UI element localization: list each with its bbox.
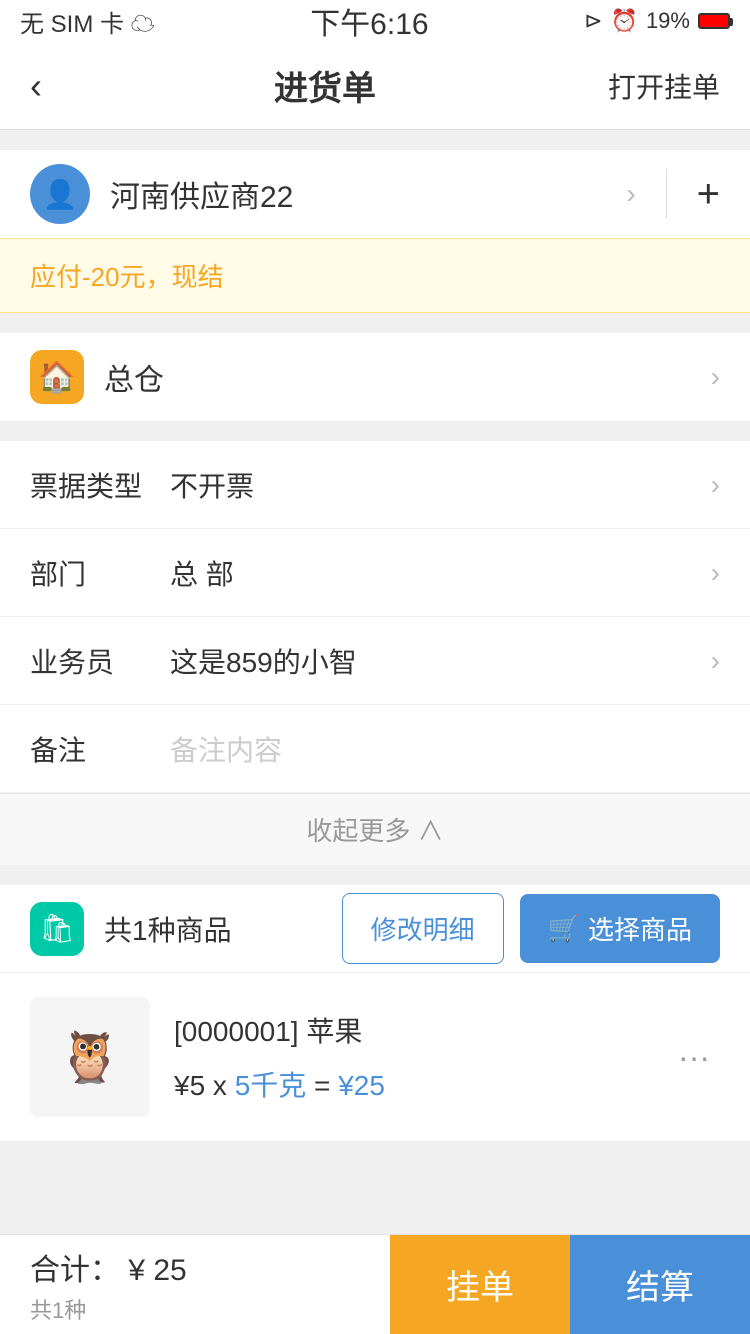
product-title: 苹果 — [306, 1016, 362, 1047]
add-supplier-button[interactable]: + — [697, 172, 720, 217]
status-time: 下午6:16 — [310, 0, 428, 43]
status-bar: 无 SIM 卡 ☁ 下午6:16 ⊳ ⏰ 19% — [0, 0, 750, 42]
gap-2 — [0, 313, 750, 333]
price-eq: = — [306, 1070, 338, 1101]
page-title: 进货单 — [274, 61, 376, 110]
bag-icon: 🛍 — [39, 912, 75, 945]
location-icon: ⊳ — [584, 8, 602, 34]
back-button[interactable]: ‹ — [30, 65, 42, 107]
product-code: [0000001] — [174, 1016, 306, 1047]
salesperson-arrow-icon: › — [711, 645, 720, 677]
product-section: 🛍 共1种商品 修改明细 🛒 选择商品 🦉 [0000001] 苹果 ¥5 x … — [0, 885, 750, 1142]
notice-text: 应付-20元，现结 — [30, 262, 224, 292]
warehouse-arrow-icon: › — [711, 361, 720, 393]
supplier-avatar: 👤 — [30, 164, 90, 224]
warehouse-section: 🏠 总仓 › — [0, 333, 750, 421]
department-label: 部门 — [30, 553, 170, 593]
product-total: ¥25 — [338, 1070, 385, 1101]
invoice-type-label: 票据类型 — [30, 465, 170, 505]
unit-price: ¥5 x — [174, 1070, 235, 1101]
gap-3 — [0, 421, 750, 441]
total-sub: 共1种 — [30, 1293, 360, 1325]
avatar-icon: 👤 — [43, 178, 78, 211]
product-info: [0000001] 苹果 ¥5 x 5千克 = ¥25 — [174, 1010, 668, 1104]
battery-icon — [698, 13, 730, 29]
battery-level: 19% — [646, 8, 690, 34]
open-hang-button[interactable]: 打开挂单 — [608, 66, 720, 106]
invoice-type-row[interactable]: 票据类型 不开票 › — [0, 441, 750, 529]
sim-status: 无 SIM 卡 ☁ — [20, 4, 155, 39]
invoice-type-value: 不开票 — [170, 465, 711, 505]
remark-input[interactable]: 备注内容 — [170, 729, 720, 769]
supplier-arrow-icon: › — [626, 178, 635, 210]
notice-bar: 应付-20元，现结 — [0, 238, 750, 313]
department-value: 总 部 — [170, 553, 711, 593]
product-more-button[interactable]: ··· — [668, 1039, 720, 1076]
product-quantity: 5千克 — [235, 1070, 307, 1101]
supplier-divider — [666, 169, 667, 219]
collapse-button[interactable]: 收起更多 ∧ — [0, 793, 750, 865]
alarm-icon: ⏰ — [611, 8, 638, 34]
cart-icon: 🛒 — [548, 913, 580, 944]
nav-bar: ‹ 进货单 打开挂单 — [0, 42, 750, 130]
product-item: 🦉 [0000001] 苹果 ¥5 x 5千克 = ¥25 ··· — [0, 973, 750, 1142]
product-thumbnail: 🦉 — [30, 997, 150, 1117]
gap-1 — [0, 130, 750, 150]
gap-4 — [0, 865, 750, 885]
product-name: [0000001] 苹果 — [174, 1010, 668, 1050]
checkout-button[interactable]: 结算 — [570, 1235, 750, 1334]
warehouse-name: 总仓 — [104, 355, 711, 399]
collapse-label: 收起更多 ∧ — [306, 811, 443, 848]
salesperson-row[interactable]: 业务员 这是859的小智 › — [0, 617, 750, 705]
status-right: ⊳ ⏰ 19% — [584, 8, 730, 34]
total-amount: 合计： ¥ 25 — [30, 1245, 360, 1289]
product-thumb-icon: 🦉 — [59, 1028, 121, 1087]
supplier-row[interactable]: 👤 河南供应商22 › + — [0, 150, 750, 238]
edit-detail-button[interactable]: 修改明细 — [342, 893, 504, 964]
warehouse-row[interactable]: 🏠 总仓 › — [0, 333, 750, 421]
supplier-name: 河南供应商22 — [110, 172, 626, 216]
salesperson-label: 业务员 — [30, 641, 170, 681]
total-label: 合计： — [30, 1254, 120, 1287]
product-section-icon: 🛍 — [30, 902, 84, 956]
bottom-bar: 合计： ¥ 25 共1种 挂单 结算 — [0, 1234, 750, 1334]
salesperson-value: 这是859的小智 — [170, 641, 711, 681]
select-product-button[interactable]: 🛒 选择商品 — [520, 894, 720, 963]
department-row[interactable]: 部门 总 部 › — [0, 529, 750, 617]
product-count: 共1种商品 — [104, 909, 342, 949]
form-section: 票据类型 不开票 › 部门 总 部 › 业务员 这是859的小智 › 备注 备注… — [0, 441, 750, 865]
status-left: 无 SIM 卡 ☁ — [20, 4, 155, 39]
bottom-padding — [0, 1142, 750, 1242]
hang-order-button[interactable]: 挂单 — [390, 1235, 570, 1334]
select-product-label: 选择商品 — [588, 910, 692, 947]
warehouse-icon: 🏠 — [30, 350, 84, 404]
total-value: ¥ 25 — [128, 1254, 186, 1287]
supplier-section: 👤 河南供应商22 › + 应付-20元，现结 — [0, 150, 750, 313]
department-arrow-icon: › — [711, 557, 720, 589]
invoice-type-arrow-icon: › — [711, 469, 720, 501]
remark-label: 备注 — [30, 729, 170, 769]
remark-row[interactable]: 备注 备注内容 — [0, 705, 750, 793]
bottom-total: 合计： ¥ 25 共1种 — [0, 1235, 390, 1334]
product-header: 🛍 共1种商品 修改明细 🛒 选择商品 — [0, 885, 750, 973]
product-price: ¥5 x 5千克 = ¥25 — [174, 1064, 668, 1104]
